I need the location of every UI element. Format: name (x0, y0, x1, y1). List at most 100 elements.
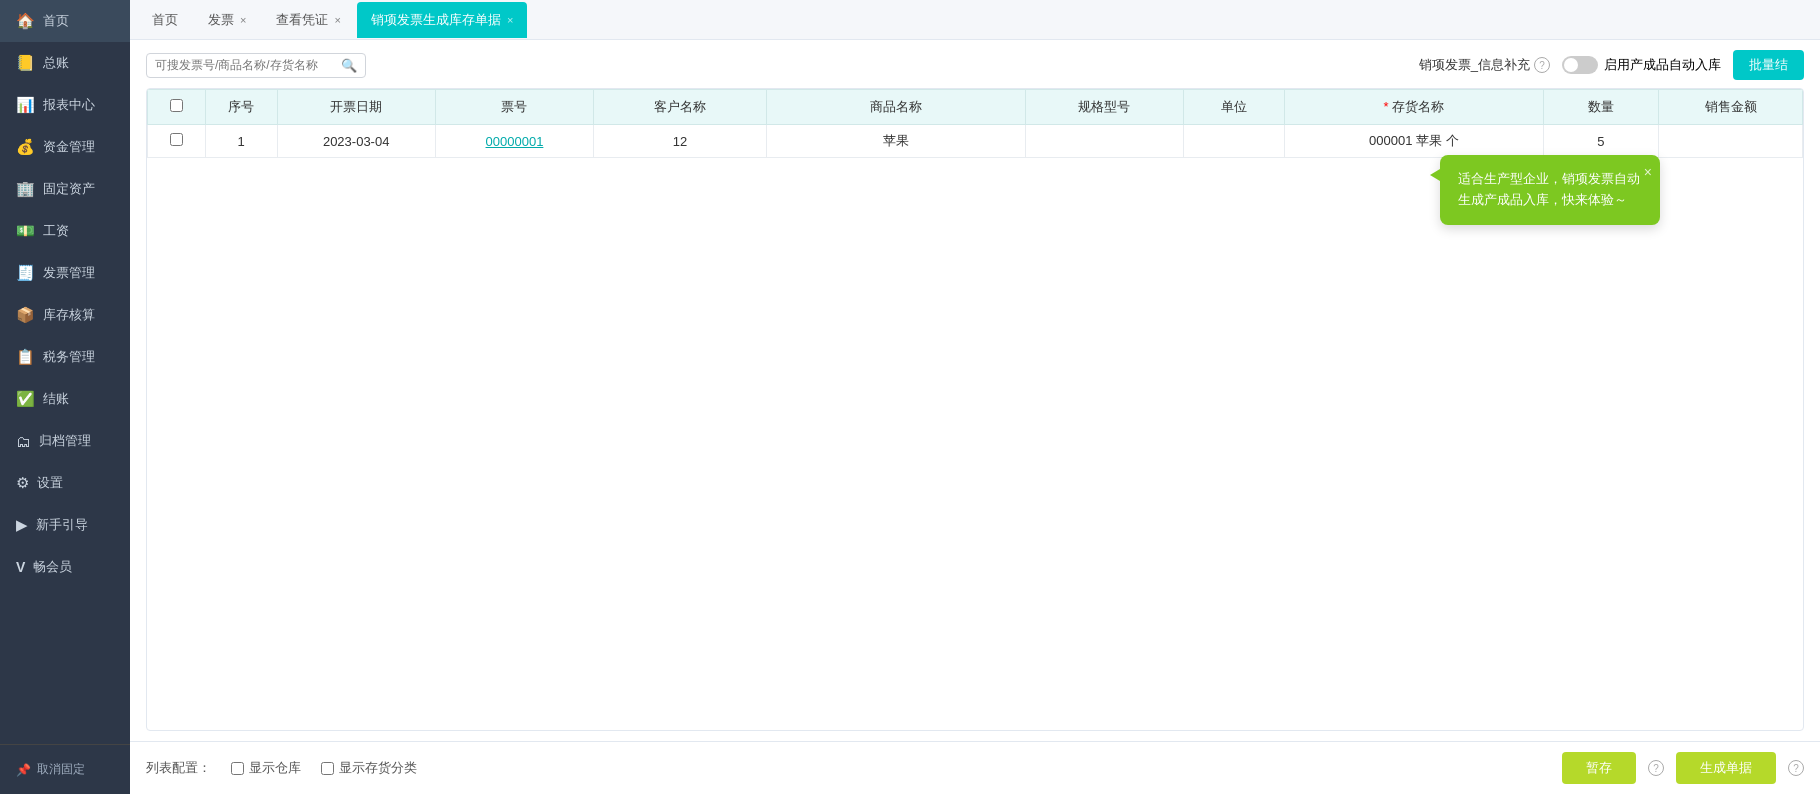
info-help-icon[interactable]: ? (1534, 57, 1550, 73)
row-date: 2023-03-04 (277, 125, 435, 158)
row-amount (1659, 125, 1803, 158)
sidebar-label-settings: 设置 (37, 474, 63, 492)
col-checkbox (148, 90, 206, 125)
tab-stock-receipt-close[interactable]: × (507, 14, 513, 26)
row-ticket-no[interactable]: 00000001 (435, 125, 593, 158)
show-category-label[interactable]: 显示存货分类 (321, 759, 417, 777)
col-unit: 单位 (1184, 90, 1285, 125)
search-box[interactable]: 🔍 (146, 53, 366, 78)
tax-icon: 📋 (16, 348, 35, 366)
close-accounts-icon: ✅ (16, 390, 35, 408)
sidebar-label-guide: 新手引导 (36, 516, 88, 534)
footer-bar: 列表配置： 显示仓库 显示存货分类 暂存 ? 生成单据 ? (130, 741, 1820, 794)
toolbar-left: 🔍 (146, 53, 366, 78)
col-ticket-no: 票号 (435, 90, 593, 125)
tab-voucher[interactable]: 查看凭证 × (262, 2, 354, 38)
sidebar-item-archive[interactable]: 🗂 归档管理 (0, 420, 130, 462)
sidebar-item-invoice[interactable]: 🧾 发票管理 (0, 252, 130, 294)
tooltip-close-button[interactable]: × (1644, 161, 1652, 183)
col-date: 开票日期 (277, 90, 435, 125)
sidebar-item-funds[interactable]: 💰 资金管理 (0, 126, 130, 168)
sidebar-item-tax[interactable]: 📋 税务管理 (0, 336, 130, 378)
tab-voucher-close[interactable]: × (334, 14, 340, 26)
sidebar-label-assets: 固定资产 (43, 180, 95, 198)
sidebar-label-home: 首页 (43, 12, 69, 30)
sidebar-item-ledger[interactable]: 📒 总账 (0, 42, 130, 84)
col-inventory: * 存货名称 (1284, 90, 1543, 125)
sidebar-label-ledger: 总账 (43, 54, 69, 72)
tab-invoice-label: 发票 (208, 11, 234, 29)
row-unit (1184, 125, 1285, 158)
show-category-checkbox[interactable] (321, 762, 334, 775)
search-input[interactable] (155, 58, 335, 72)
sidebar-item-inventory[interactable]: 📦 库存核算 (0, 294, 130, 336)
tooltip-text: 适合生产型企业，销项发票自动生成产成品入库，快来体验～ (1458, 171, 1640, 207)
ticket-link[interactable]: 00000001 (486, 134, 544, 149)
row-product: 苹果 (766, 125, 1025, 158)
sidebar-item-assets[interactable]: 🏢 固定资产 (0, 168, 130, 210)
sidebar-item-settings[interactable]: ⚙ 设置 (0, 462, 130, 504)
generate-button[interactable]: 生成单据 (1676, 752, 1776, 784)
tab-invoice[interactable]: 发票 × (194, 2, 260, 38)
tab-stock-receipt[interactable]: 销项发票生成库存单据 × (357, 2, 527, 38)
sidebar-label-reports: 报表中心 (43, 96, 95, 114)
sidebar-item-reports[interactable]: 📊 报表中心 (0, 84, 130, 126)
assets-icon: 🏢 (16, 180, 35, 198)
save-button[interactable]: 暂存 (1562, 752, 1636, 784)
row-seq: 1 (205, 125, 277, 158)
sidebar-label-archive: 归档管理 (39, 432, 91, 450)
sidebar-item-salary[interactable]: 💵 工资 (0, 210, 130, 252)
col-amount: 销售金额 (1659, 90, 1803, 125)
data-table: 序号 开票日期 票号 客户名称 商品名称 规格型号 单位 * 存货名称 数量 销… (147, 89, 1803, 158)
sidebar-item-home[interactable]: 🏠 首页 (0, 0, 130, 42)
sidebar-label-member: 畅会员 (33, 558, 72, 576)
select-all-checkbox[interactable] (170, 99, 183, 112)
tab-invoice-close[interactable]: × (240, 14, 246, 26)
ledger-icon: 📒 (16, 54, 35, 72)
auto-warehouse-toggle[interactable] (1562, 56, 1598, 74)
unpin-button[interactable]: 📌 取消固定 (0, 753, 130, 786)
generate-help-icon[interactable]: ? (1788, 760, 1804, 776)
batch-button[interactable]: 批量结 (1733, 50, 1804, 80)
show-category-text: 显示存货分类 (339, 759, 417, 777)
toolbar: 🔍 销项发票_信息补充 ? 启用产成品自动入库 批量结 (146, 50, 1804, 80)
col-seq: 序号 (205, 90, 277, 125)
sidebar-label-inventory: 库存核算 (43, 306, 95, 324)
info-label-text: 销项发票_信息补充 (1419, 56, 1530, 74)
sidebar-label-salary: 工资 (43, 222, 69, 240)
col-customer: 客户名称 (594, 90, 767, 125)
unpin-label: 取消固定 (37, 761, 85, 778)
tab-home[interactable]: 首页 (138, 2, 192, 38)
tab-home-label: 首页 (152, 11, 178, 29)
save-help-icon[interactable]: ? (1648, 760, 1664, 776)
pin-icon: 📌 (16, 763, 31, 777)
table-row: 1 2023-03-04 00000001 12 苹果 000001 苹果 个 … (148, 125, 1803, 158)
main-content: 首页 发票 × 查看凭证 × 销项发票生成库存单据 × 🔍 (130, 0, 1820, 794)
home-icon: 🏠 (16, 12, 35, 30)
funds-icon: 💰 (16, 138, 35, 156)
sidebar-item-close[interactable]: ✅ 结账 (0, 378, 130, 420)
row-inventory[interactable]: 000001 苹果 个 (1284, 125, 1543, 158)
row-checkbox[interactable] (170, 133, 183, 146)
tab-voucher-label: 查看凭证 (276, 11, 328, 29)
toggle-slider (1562, 56, 1598, 74)
show-warehouse-label[interactable]: 显示仓库 (231, 759, 301, 777)
tab-stock-receipt-label: 销项发票生成库存单据 (371, 11, 501, 29)
sidebar-item-member[interactable]: V 畅会员 (0, 546, 130, 588)
sidebar-label-invoice: 发票管理 (43, 264, 95, 282)
toggle-wrap: 启用产成品自动入库 (1562, 56, 1721, 74)
archive-icon: 🗂 (16, 433, 31, 450)
toggle-label: 启用产成品自动入库 (1604, 56, 1721, 74)
show-warehouse-checkbox[interactable] (231, 762, 244, 775)
sidebar-label-tax: 税务管理 (43, 348, 95, 366)
member-icon: V (16, 559, 25, 575)
tooltip-box: × 适合生产型企业，销项发票自动生成产成品入库，快来体验～ (1440, 155, 1660, 225)
sidebar: 🏠 首页 📒 总账 📊 报表中心 💰 资金管理 🏢 固定资产 💵 工资 🧾 发票… (0, 0, 130, 794)
footer-buttons: 暂存 ? 生成单据 ? (1562, 752, 1804, 784)
row-checkbox-cell (148, 125, 206, 158)
row-customer: 12 (594, 125, 767, 158)
salary-icon: 💵 (16, 222, 35, 240)
inventory-icon: 📦 (16, 306, 35, 324)
sidebar-item-guide[interactable]: ▶ 新手引导 (0, 504, 130, 546)
settings-icon: ⚙ (16, 474, 29, 492)
